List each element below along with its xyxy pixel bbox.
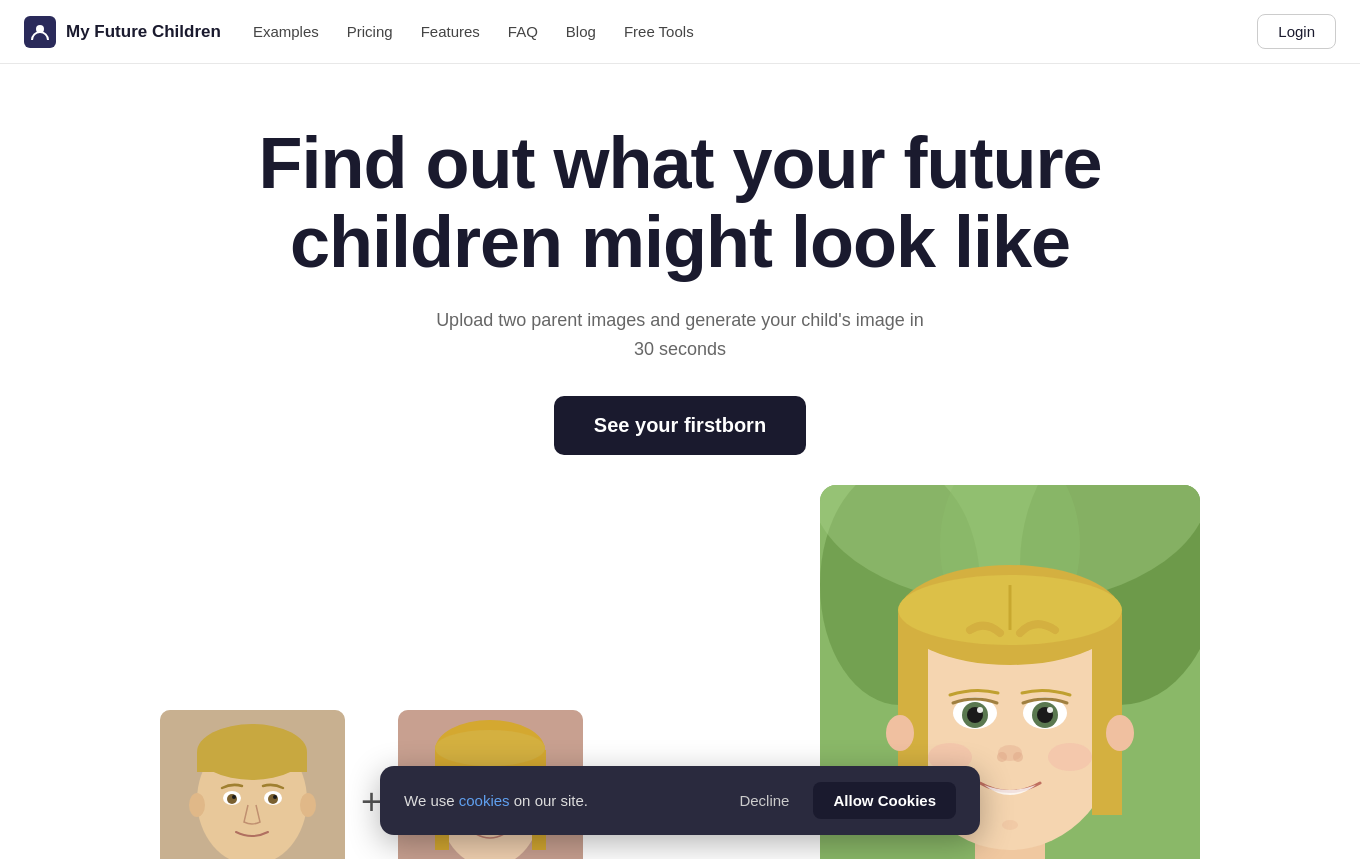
brand-name: My Future Children — [66, 22, 221, 42]
cookie-link[interactable]: cookies — [459, 792, 510, 809]
svg-point-11 — [273, 795, 277, 799]
svg-point-10 — [232, 795, 236, 799]
svg-rect-39 — [1092, 615, 1122, 815]
cookie-banner: We use cookies on our site. Decline Allo… — [380, 766, 980, 835]
svg-point-12 — [189, 793, 205, 817]
cookie-text: We use cookies on our site. — [404, 792, 695, 809]
svg-point-8 — [227, 794, 237, 804]
cookie-message-prefix: We use — [404, 792, 459, 809]
svg-point-51 — [1047, 707, 1053, 713]
svg-point-54 — [1013, 752, 1023, 762]
svg-point-57 — [1002, 820, 1018, 830]
cookie-message-suffix: on our site. — [510, 792, 588, 809]
nav-faq[interactable]: FAQ — [508, 23, 538, 40]
cta-button[interactable]: See your firstborn — [554, 396, 806, 455]
nav-free-tools[interactable]: Free Tools — [624, 23, 694, 40]
allow-cookies-button[interactable]: Allow Cookies — [813, 782, 956, 819]
nav-blog[interactable]: Blog — [566, 23, 596, 40]
nav-examples[interactable]: Examples — [253, 23, 319, 40]
svg-point-56 — [1048, 743, 1092, 771]
brand-logo[interactable]: My Future Children — [24, 16, 221, 48]
svg-point-43 — [1106, 715, 1134, 751]
nav-links: Examples Pricing Features FAQ Blog Free … — [253, 23, 694, 41]
hero-subtitle: Upload two parent images and generate yo… — [430, 306, 930, 364]
hero-section: Find out what your future children might… — [0, 64, 1360, 455]
svg-point-50 — [977, 707, 983, 713]
svg-point-20 — [435, 730, 545, 766]
brand-icon — [24, 16, 56, 48]
plus-operator: + — [361, 781, 382, 823]
svg-point-42 — [886, 715, 914, 751]
nav-pricing[interactable]: Pricing — [347, 23, 393, 40]
svg-rect-5 — [197, 752, 307, 772]
nav-features[interactable]: Features — [421, 23, 480, 40]
cookie-actions: Decline Allow Cookies — [727, 782, 956, 819]
svg-point-13 — [300, 793, 316, 817]
decline-button[interactable]: Decline — [727, 784, 801, 817]
svg-point-9 — [268, 794, 278, 804]
svg-point-53 — [997, 752, 1007, 762]
login-button[interactable]: Login — [1257, 14, 1336, 49]
parent-male-photo — [160, 710, 345, 859]
hero-title: Find out what your future children might… — [230, 124, 1130, 282]
navbar: My Future Children Examples Pricing Feat… — [0, 0, 1360, 64]
